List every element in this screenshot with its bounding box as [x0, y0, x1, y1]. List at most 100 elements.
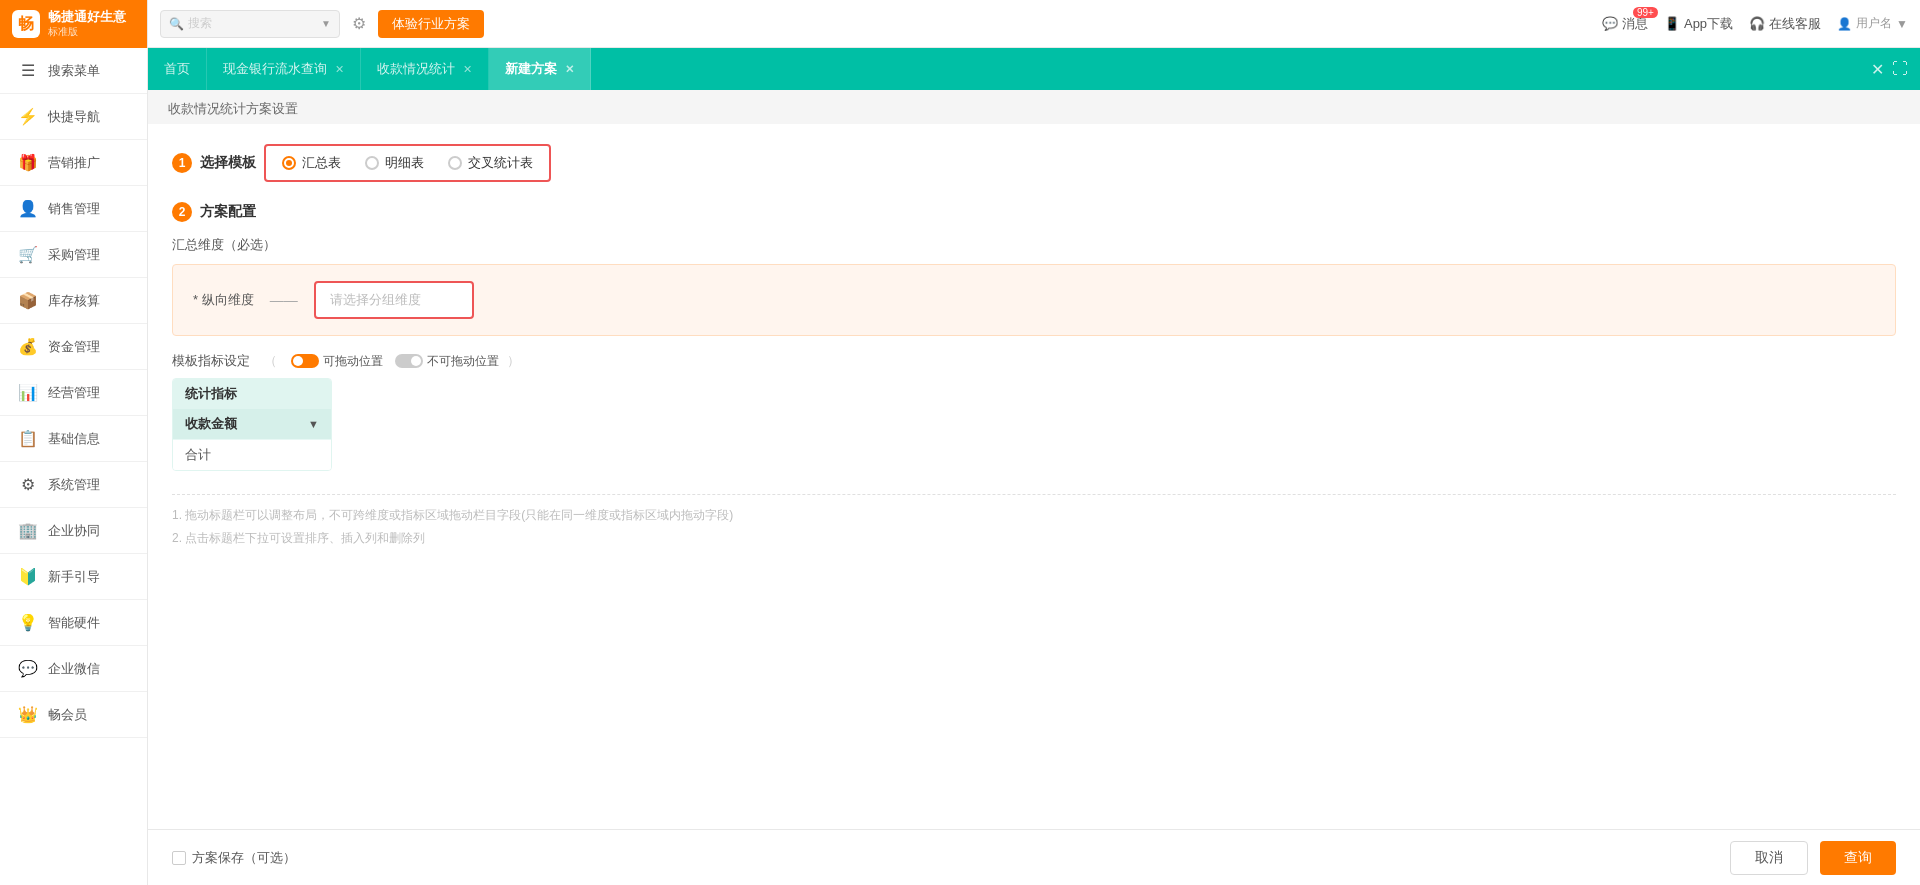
trial-button[interactable]: 体验行业方案	[378, 10, 484, 38]
tab-bar: 首页 现金银行流水查询 ✕ 收款情况统计 ✕ 新建方案 ✕ ✕ ⛶	[148, 48, 1920, 90]
service-icon: 🎧	[1749, 16, 1765, 31]
sidebar-item-label: 企业协同	[48, 522, 100, 540]
sidebar-item-label: 经营管理	[48, 384, 100, 402]
sidebar-item-marketing[interactable]: 🎁 营销推广	[0, 140, 147, 186]
cancel-button[interactable]: 取消	[1730, 841, 1808, 875]
radio-summary-circle	[282, 156, 296, 170]
metric-chevron-icon: ▼	[308, 418, 319, 430]
radio-detail-label: 明细表	[385, 154, 424, 172]
sidebar-item-guide[interactable]: 🔰 新手引导	[0, 554, 147, 600]
tip-text-1: 1. 拖动标题栏可以调整布局，不可跨维度或指标区域拖动栏目字段(只能在同一维度或…	[172, 508, 733, 522]
guide-icon: 🔰	[18, 567, 38, 586]
save-checkbox[interactable]	[172, 851, 186, 865]
download-action[interactable]: 📱 App下载	[1664, 15, 1733, 33]
radio-cross-label: 交叉统计表	[468, 154, 533, 172]
radio-summary-label: 汇总表	[302, 154, 341, 172]
weixin-icon: 💬	[18, 659, 38, 678]
sidebar-item-finance[interactable]: 💰 资金管理	[0, 324, 147, 370]
smart-hw-icon: 💡	[18, 613, 38, 632]
window-expand-icon[interactable]: ⛶	[1892, 60, 1908, 78]
user-info[interactable]: 👤 用户名 ▼	[1837, 15, 1908, 32]
sidebar-item-weixin[interactable]: 💬 企业微信	[0, 646, 147, 692]
tab-new-scheme-close-icon[interactable]: ✕	[565, 63, 574, 76]
tab-window-controls: ✕ ⛶	[1859, 60, 1920, 79]
step1-title: 选择模板	[200, 154, 256, 172]
marketing-icon: 🎁	[18, 153, 38, 172]
header-actions: 💬 消息 99+ 📱 App下载 🎧 在线客服 👤 用户名 ▼	[1602, 15, 1908, 33]
logo-name: 畅捷通好生意	[48, 9, 126, 25]
draggable-toggle-indicator[interactable]	[291, 354, 319, 368]
content-body: 1 选择模板 汇总表 明细表	[148, 124, 1920, 829]
sidebar-item-label: 资金管理	[48, 338, 100, 356]
breadcrumb: 收款情况统计方案设置	[148, 90, 1920, 124]
metrics-metric-total-row: 合计	[173, 439, 331, 470]
summary-dimension-title: 汇总维度（必选）	[172, 236, 1896, 254]
gear-icon[interactable]: ⚙	[352, 14, 366, 33]
sidebar-item-label: 快捷导航	[48, 108, 100, 126]
enterprise-icon: 🏢	[18, 521, 38, 540]
step1-header: 1 选择模板 汇总表 明细表	[172, 144, 1896, 182]
sidebar-logo: 畅 畅捷通好生意 标准版	[0, 0, 147, 48]
step1-section: 1 选择模板 汇总表 明细表	[172, 144, 1896, 182]
logo-icon: 畅	[12, 10, 40, 38]
sidebar-item-member[interactable]: 👑 畅会员	[0, 692, 147, 738]
confirm-button[interactable]: 查询	[1820, 841, 1896, 875]
tab-collection-stat[interactable]: 收款情况统计 ✕	[361, 48, 489, 90]
dimension-arrow-icon: ——	[270, 292, 298, 308]
main-area: 🔍 搜索 ▼ ⚙ 体验行业方案 💬 消息 99+ 📱 App下载 🎧 在线客服 …	[148, 0, 1920, 885]
sidebar-item-label: 系统管理	[48, 476, 100, 494]
header-search-box[interactable]: 🔍 搜索 ▼	[160, 10, 340, 38]
dimension-row: * 纵向维度 —— 请选择分组维度	[193, 281, 1875, 319]
radio-detail[interactable]: 明细表	[365, 154, 424, 172]
draggable-toggle: 可拖动位置	[291, 353, 383, 370]
sidebar-item-label: 智能硬件	[48, 614, 100, 632]
search-icon: 🔍	[169, 17, 184, 31]
window-close-icon[interactable]: ✕	[1871, 60, 1884, 79]
sidebar-item-label: 销售管理	[48, 200, 100, 218]
tab-new-scheme[interactable]: 新建方案 ✕	[489, 48, 591, 90]
tab-collection-stat-close-icon[interactable]: ✕	[463, 63, 472, 76]
sidebar-item-system[interactable]: ⚙ 系统管理	[0, 462, 147, 508]
template-radio-group: 汇总表 明细表 交叉统计表	[264, 144, 551, 182]
tab-bank-flow[interactable]: 现金银行流水查询 ✕	[207, 48, 361, 90]
metrics-metric-name-row[interactable]: 收款金额 ▼	[173, 409, 331, 439]
vertical-dimension-label: * 纵向维度	[193, 291, 254, 309]
purchase-icon: 🛒	[18, 245, 38, 264]
metrics-section: 模板指标设定 （ 可拖动位置 不可拖动位置 ）	[172, 352, 1896, 474]
metrics-table: 统计指标 收款金额 ▼ 合计	[172, 378, 332, 471]
sidebar-item-basic-info[interactable]: 📋 基础信息	[0, 416, 147, 462]
message-action[interactable]: 💬 消息 99+	[1602, 15, 1648, 33]
tips-section: 1. 拖动标题栏可以调整布局，不可跨维度或指标区域拖动栏目字段(只能在同一维度或…	[172, 494, 1896, 547]
sidebar-item-label: 搜索菜单	[48, 62, 100, 80]
sidebar-item-purchase[interactable]: 🛒 采购管理	[0, 232, 147, 278]
tab-bank-flow-label: 现金银行流水查询	[223, 60, 327, 78]
sidebar-item-label: 采购管理	[48, 246, 100, 264]
sidebar-item-label: 新手引导	[48, 568, 100, 586]
non-draggable-toggle-indicator[interactable]	[395, 354, 423, 368]
sidebar: 畅 畅捷通好生意 标准版 ☰ 搜索菜单 ⚡ 快捷导航 🎁 营销推广 👤 销售管理…	[0, 0, 148, 885]
sidebar-item-smart-hw[interactable]: 💡 智能硬件	[0, 600, 147, 646]
service-label: 在线客服	[1769, 15, 1821, 33]
step2-header: 2 方案配置	[172, 202, 1896, 222]
step1-num: 1	[172, 153, 192, 173]
radio-cross[interactable]: 交叉统计表	[448, 154, 533, 172]
tip-item-1: 1. 拖动标题栏可以调整布局，不可跨维度或指标区域拖动栏目字段(只能在同一维度或…	[172, 507, 1896, 524]
tab-bank-flow-close-icon[interactable]: ✕	[335, 63, 344, 76]
sidebar-item-inventory[interactable]: 📦 库存核算	[0, 278, 147, 324]
sidebar-item-label: 营销推广	[48, 154, 100, 172]
step2-num: 2	[172, 202, 192, 222]
draggable-toggle-label: 可拖动位置	[323, 353, 383, 370]
metrics-label: 模板指标设定	[172, 352, 250, 370]
radio-summary[interactable]: 汇总表	[282, 154, 341, 172]
breadcrumb-text: 收款情况统计方案设置	[168, 101, 298, 116]
sidebar-item-quick-nav[interactable]: ⚡ 快捷导航	[0, 94, 147, 140]
sidebar-item-enterprise[interactable]: 🏢 企业协同	[0, 508, 147, 554]
sidebar-item-operation[interactable]: 📊 经营管理	[0, 370, 147, 416]
dimension-selector[interactable]: 请选择分组维度	[314, 281, 474, 319]
service-action[interactable]: 🎧 在线客服	[1749, 15, 1821, 33]
sidebar-item-sales[interactable]: 👤 销售管理	[0, 186, 147, 232]
sidebar-item-search-menu[interactable]: ☰ 搜索菜单	[0, 48, 147, 94]
tab-home[interactable]: 首页	[148, 48, 207, 90]
finance-icon: 💰	[18, 337, 38, 356]
footer-bar: 方案保存（可选） 取消 查询	[148, 829, 1920, 885]
